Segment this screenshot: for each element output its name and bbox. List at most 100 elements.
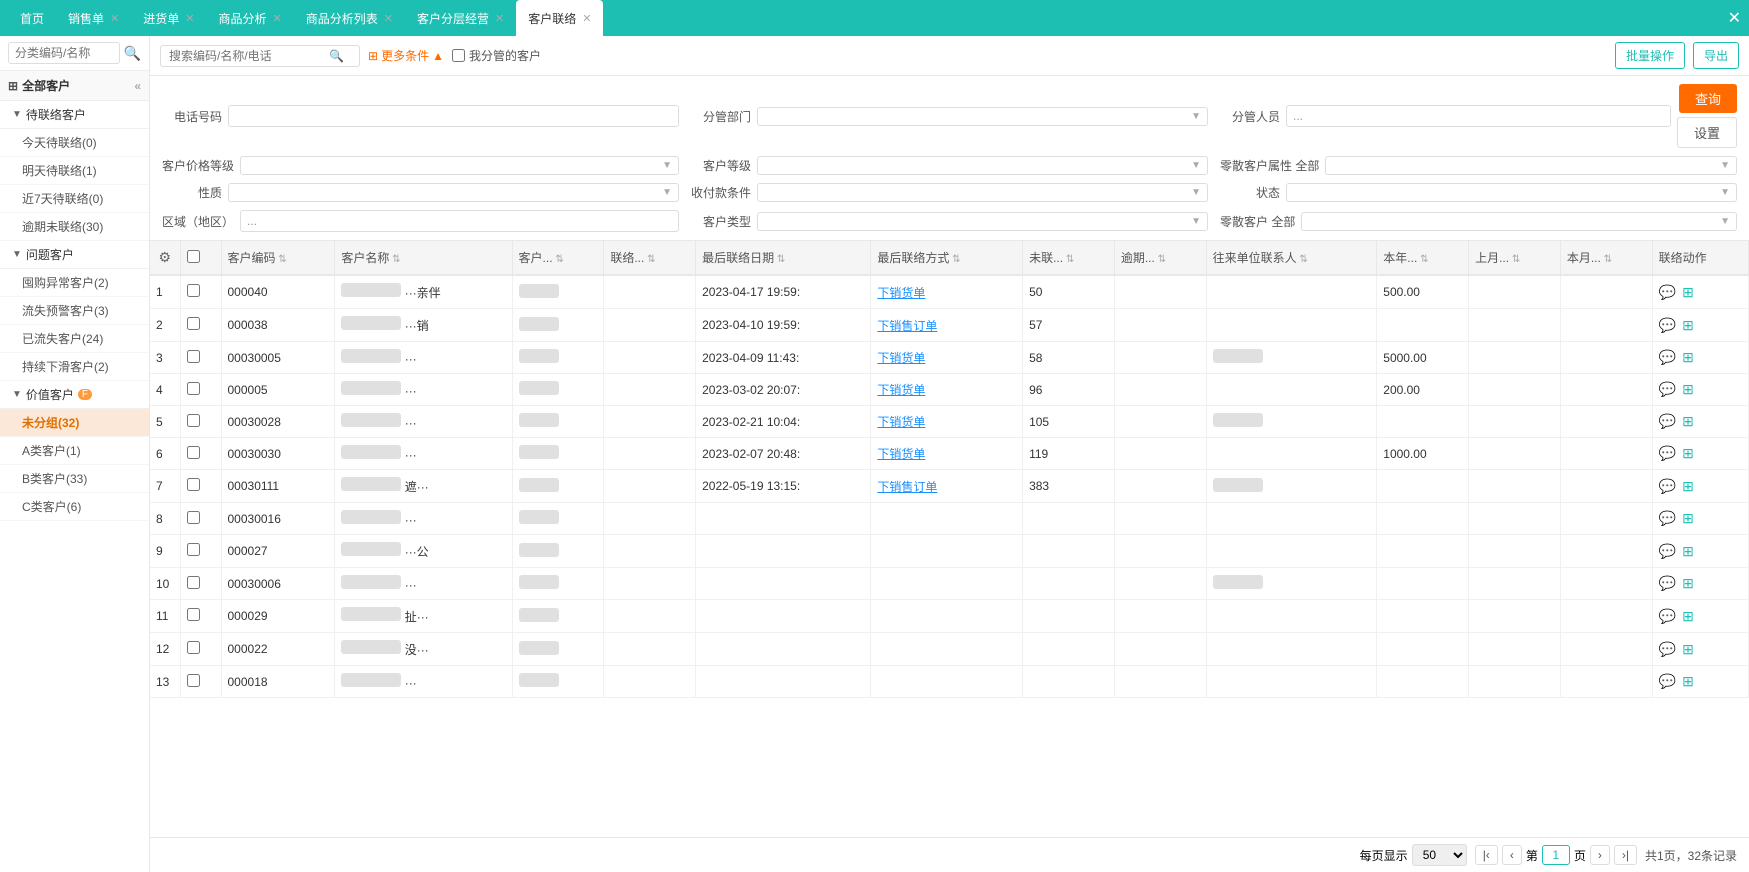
nav-analysis[interactable]: 商品分析 ✕ — [206, 0, 293, 36]
chat-icon[interactable]: 💬 — [1659, 673, 1676, 690]
grid-action-icon[interactable]: ⊞ — [1682, 284, 1694, 301]
row-checkbox[interactable] — [180, 438, 221, 470]
grid-action-icon[interactable]: ⊞ — [1682, 445, 1694, 462]
row-checkbox[interactable] — [180, 342, 221, 374]
filter-retail-customer-select[interactable]: ▼ — [1301, 212, 1737, 231]
next-page-btn[interactable]: › — [1590, 845, 1610, 865]
row-checkbox[interactable] — [180, 633, 221, 666]
contact-method-link[interactable]: 下销售订单 — [877, 319, 937, 333]
contact-method-link[interactable]: 下销售订单 — [877, 480, 937, 494]
per-page-select[interactable]: 50 20 100 — [1412, 844, 1467, 866]
filter-phone-input[interactable] — [228, 105, 679, 127]
row-last-contact-method[interactable]: 下销售订单 — [871, 309, 1023, 342]
sidebar-item-tomorrow[interactable]: 明天待联络(1) — [0, 157, 149, 185]
chat-icon[interactable]: 💬 — [1659, 478, 1676, 495]
chat-icon[interactable]: 💬 — [1659, 349, 1676, 366]
row-checkbox[interactable] — [180, 666, 221, 698]
my-customers-checkbox[interactable] — [452, 49, 465, 62]
sidebar-item-overdue[interactable]: 逾期未联络(30) — [0, 213, 149, 241]
row-last-contact-method[interactable]: 下销货单 — [871, 275, 1023, 309]
filter-region-select[interactable]: ... — [240, 210, 679, 232]
nav-customer-ops[interactable]: 客户分层经营 ✕ — [405, 0, 516, 36]
sidebar-item-lost[interactable]: 已流失客户(24) — [0, 325, 149, 353]
filter-customer-level-select[interactable]: ▼ — [757, 156, 1208, 175]
grid-action-icon[interactable]: ⊞ — [1682, 608, 1694, 625]
row-checkbox[interactable] — [180, 406, 221, 438]
grid-action-icon[interactable]: ⊞ — [1682, 349, 1694, 366]
sidebar-search-input[interactable] — [8, 42, 120, 64]
th-this-year[interactable]: 本年... — [1377, 241, 1469, 275]
search-icon[interactable]: 🔍 — [329, 49, 344, 63]
th-settings[interactable]: ⚙ — [150, 241, 180, 275]
sidebar-item-today[interactable]: 今天待联络(0) — [0, 129, 149, 157]
grid-action-icon[interactable]: ⊞ — [1682, 673, 1694, 690]
current-page[interactable]: 1 — [1542, 845, 1570, 865]
grid-action-icon[interactable]: ⊞ — [1682, 381, 1694, 398]
th-name[interactable]: 客户名称 — [335, 241, 512, 275]
filter-nature-select[interactable]: ▼ — [228, 183, 679, 202]
chat-icon[interactable]: 💬 — [1659, 445, 1676, 462]
sidebar-item-class-a[interactable]: A类客户(1) — [0, 437, 149, 465]
close-analysis-icon[interactable]: ✕ — [273, 12, 282, 25]
filter-dept-select[interactable]: ▼ — [757, 107, 1208, 126]
filter-customer-type-select[interactable]: ▼ — [757, 212, 1208, 231]
contact-method-link[interactable]: 下销货单 — [877, 415, 925, 429]
chat-icon[interactable]: 💬 — [1659, 284, 1676, 301]
contact-method-link[interactable]: 下销货单 — [877, 286, 925, 300]
chat-icon[interactable]: 💬 — [1659, 608, 1676, 625]
close-sales-icon[interactable]: ✕ — [110, 12, 119, 25]
th-last-month[interactable]: 上月... — [1469, 241, 1561, 275]
th-checkbox[interactable] — [180, 241, 221, 275]
row-last-contact-method[interactable]: 下销货单 — [871, 406, 1023, 438]
row-last-contact-method[interactable]: 下销货单 — [871, 374, 1023, 406]
chat-icon[interactable]: 💬 — [1659, 641, 1676, 658]
gear-icon[interactable]: ⚙ — [158, 249, 171, 265]
reset-button[interactable]: 设置 — [1677, 117, 1737, 148]
row-checkbox[interactable] — [180, 503, 221, 535]
row-last-contact-method[interactable]: 下销货单 — [871, 438, 1023, 470]
close-customer-ops-icon[interactable]: ✕ — [495, 12, 504, 25]
group-value-title[interactable]: ▼ 价值客户 F — [0, 381, 149, 409]
th-overdue[interactable]: 逾期... — [1114, 241, 1206, 275]
grid-action-icon[interactable]: ⊞ — [1682, 641, 1694, 658]
group-problem-title[interactable]: ▼ 问题客户 — [0, 241, 149, 269]
row-checkbox[interactable] — [180, 535, 221, 568]
sidebar-item-7days[interactable]: 近7天待联络(0) — [0, 185, 149, 213]
th-contacts-person[interactable]: 往来单位联系人 — [1206, 241, 1377, 275]
contact-method-link[interactable]: 下销货单 — [877, 447, 925, 461]
nav-analysis-list[interactable]: 商品分析列表 ✕ — [294, 0, 405, 36]
nav-purchase[interactable]: 进货单 ✕ — [131, 0, 206, 36]
filter-retail-attr-select[interactable]: ▼ — [1325, 156, 1737, 175]
export-button[interactable]: 导出 — [1693, 42, 1739, 69]
row-checkbox[interactable] — [180, 600, 221, 633]
group-pending-title[interactable]: ▼ 待联络客户 — [0, 101, 149, 129]
th-this-month[interactable]: 本月... — [1560, 241, 1652, 275]
th-type[interactable]: 客户... — [512, 241, 604, 275]
all-customers-header[interactable]: ⊞ 全部客户 « — [0, 71, 149, 101]
nav-home[interactable]: 首页 — [8, 0, 56, 36]
nav-sales[interactable]: 销售单 ✕ — [56, 0, 131, 36]
sidebar-item-warning[interactable]: 流失预警客户(3) — [0, 297, 149, 325]
grid-action-icon[interactable]: ⊞ — [1682, 413, 1694, 430]
row-last-contact-method[interactable]: 下销货单 — [871, 342, 1023, 374]
first-page-btn[interactable]: |‹ — [1475, 845, 1498, 865]
th-contact[interactable]: 联络... — [604, 241, 696, 275]
filter-manager-select[interactable]: ... — [1286, 105, 1671, 127]
th-last-contact-method[interactable]: 最后联络方式 — [871, 241, 1023, 275]
row-last-contact-method[interactable]: 下销售订单 — [871, 470, 1023, 503]
nav-customer-contact[interactable]: 客户联络 ✕ — [516, 0, 603, 36]
row-checkbox[interactable] — [180, 470, 221, 503]
filter-status-select[interactable]: ▼ — [1286, 183, 1737, 202]
row-checkbox[interactable] — [180, 309, 221, 342]
search-input[interactable] — [169, 49, 329, 63]
filter-payment-select[interactable]: ▼ — [757, 183, 1208, 202]
row-checkbox[interactable] — [180, 275, 221, 309]
sidebar-item-abnormal[interactable]: 囤购异常客户(2) — [0, 269, 149, 297]
window-close-icon[interactable]: ✕ — [1728, 8, 1741, 28]
close-customer-contact-icon[interactable]: ✕ — [582, 12, 591, 25]
grid-action-icon[interactable]: ⊞ — [1682, 478, 1694, 495]
sidebar-search-icon[interactable]: 🔍 — [124, 45, 141, 62]
row-checkbox[interactable] — [180, 374, 221, 406]
more-filters-btn[interactable]: ⊞ 更多条件 ▲ — [368, 47, 444, 64]
th-code[interactable]: 客户编码 — [221, 241, 335, 275]
